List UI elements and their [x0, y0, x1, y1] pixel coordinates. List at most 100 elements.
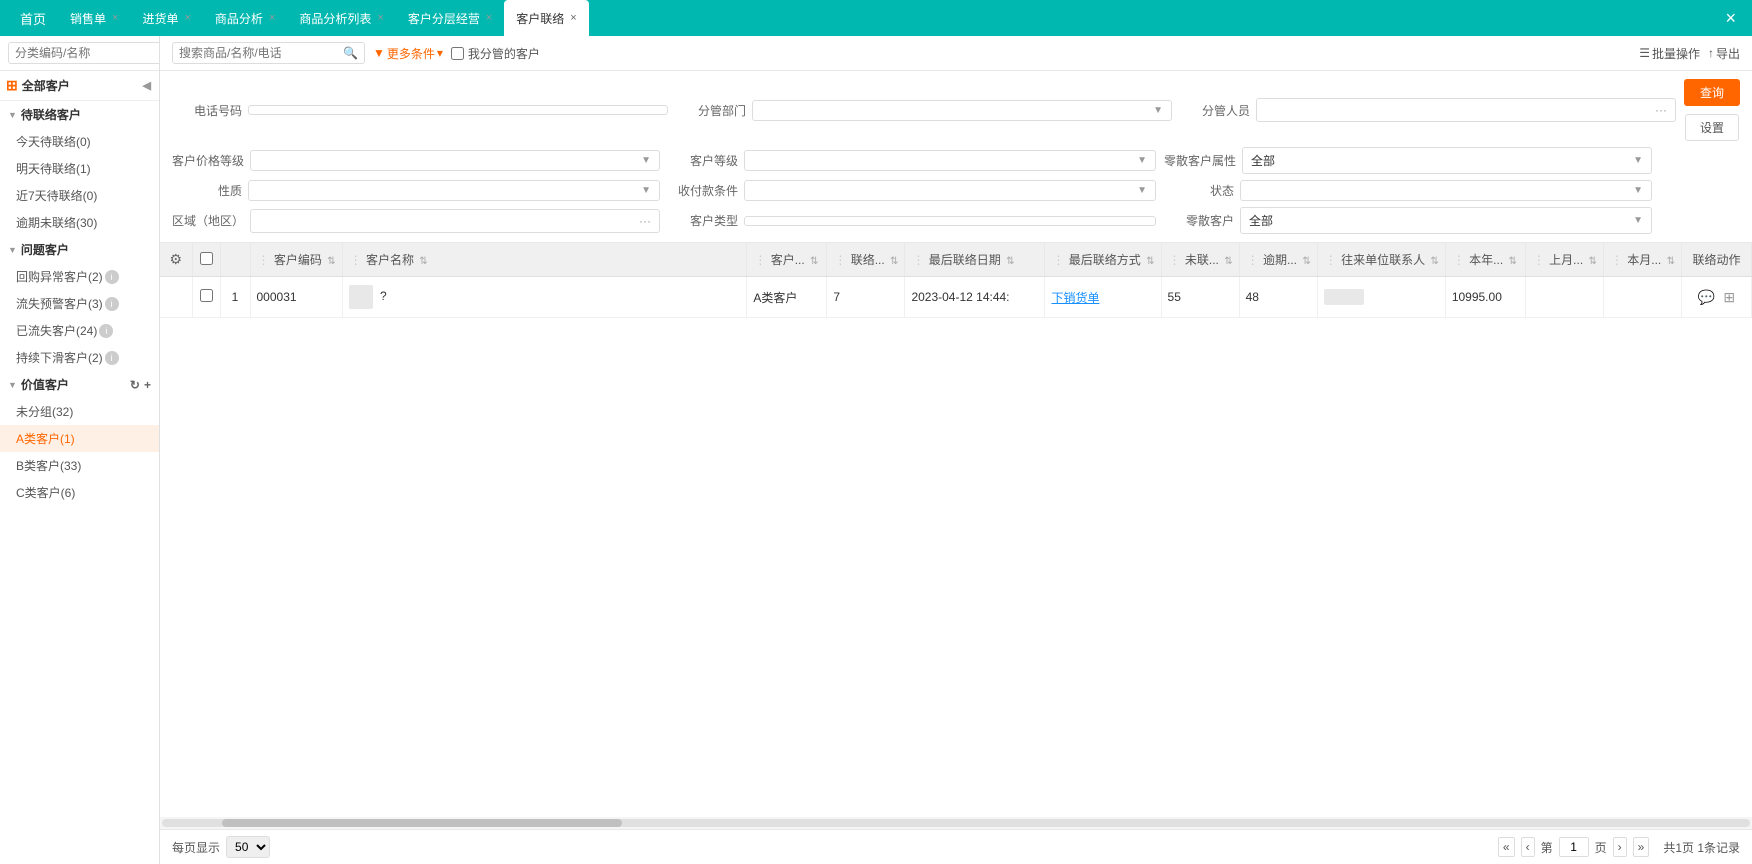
- nav-tab-purchase[interactable]: 进货单 ×: [130, 0, 202, 36]
- nature-label: 性质: [172, 182, 242, 199]
- qrcode-icon[interactable]: ⊞: [1723, 289, 1735, 306]
- refresh-icon[interactable]: ↻: [130, 378, 140, 392]
- sidebar-item-churn-warning[interactable]: 流失预警客户(3) i: [0, 290, 159, 317]
- top-nav: 首页 销售单 × 进货单 × 商品分析 × 商品分析列表 × 客户分层经营 × …: [0, 0, 1752, 36]
- sidebar-search-input[interactable]: [8, 42, 160, 64]
- batch-operation-btn[interactable]: ☰ 批量操作: [1639, 45, 1700, 62]
- horizontal-scrollbar[interactable]: [160, 817, 1752, 829]
- close-analysis-list-tab[interactable]: ×: [377, 12, 383, 24]
- row-overdue-cell: 48: [1239, 277, 1317, 318]
- search-icon[interactable]: 🔍: [343, 46, 358, 60]
- comment-icon[interactable]: 💬: [1698, 289, 1715, 306]
- phone-input[interactable]: [248, 105, 668, 115]
- sidebar-item-a-class[interactable]: A类客户(1): [0, 425, 159, 452]
- sidebar-item-tomorrow[interactable]: 明天待联络(1): [0, 155, 159, 182]
- scrollbar-thumb[interactable]: [222, 819, 622, 827]
- method-link[interactable]: 下销货单: [1051, 291, 1099, 305]
- thisyear-sort-icon[interactable]: ⇅: [1509, 256, 1517, 267]
- close-customer-tier-tab[interactable]: ×: [486, 12, 492, 24]
- nav-tab-analysis-list[interactable]: 商品分析列表 ×: [287, 0, 395, 36]
- query-button[interactable]: 查询: [1684, 79, 1740, 106]
- ctype-col-sep: ⋮: [754, 253, 766, 267]
- add-group-icon[interactable]: +: [144, 378, 151, 392]
- col-settings-header: ⚙: [160, 243, 192, 277]
- setting-button[interactable]: 设置: [1685, 114, 1739, 141]
- sidebar-collapse-btn[interactable]: ◀: [143, 79, 151, 92]
- nav-tab-sale[interactable]: 销售单 ×: [58, 0, 130, 36]
- contact-sort-icon[interactable]: ⇅: [890, 256, 898, 267]
- nav-home[interactable]: 首页: [8, 0, 58, 36]
- lastmon-sort-icon[interactable]: ⇅: [1589, 256, 1597, 267]
- filter-area: 区域（地区） ···: [172, 209, 660, 233]
- filter-phone: 电话号码: [172, 102, 668, 119]
- filter-customer-type: 客户类型: [668, 212, 1156, 229]
- value-arrow-icon: ▼: [8, 380, 17, 390]
- area-input[interactable]: ···: [250, 209, 660, 233]
- first-page-btn[interactable]: «: [1498, 837, 1515, 857]
- row-check-cell: [192, 277, 220, 318]
- thismon-sort-icon[interactable]: ⇅: [1667, 256, 1675, 267]
- filter-more-btn[interactable]: ▼ 更多条件 ▾: [373, 45, 443, 62]
- prev-page-btn[interactable]: ‹: [1521, 837, 1535, 857]
- col-lastmon-header: ⋮ 上月... ⇅: [1525, 243, 1603, 277]
- pagination-control: « ‹ 第 页 › » 共1页 1条记录: [1498, 837, 1740, 857]
- col-date-header: ⋮ 最后联络日期 ⇅: [905, 243, 1045, 277]
- overdue-sort-icon[interactable]: ⇅: [1302, 256, 1310, 267]
- sidebar-item-b-class[interactable]: B类客户(33): [0, 452, 159, 479]
- close-purchase-tab[interactable]: ×: [184, 12, 190, 24]
- sidebar-item-overdue[interactable]: 逾期未联络(30): [0, 209, 159, 236]
- dept-select[interactable]: ▼: [752, 100, 1172, 121]
- unlinked-sort-icon[interactable]: ⇅: [1224, 256, 1232, 267]
- page-number-input[interactable]: [1559, 837, 1589, 857]
- close-analysis-tab[interactable]: ×: [269, 12, 275, 24]
- table-gear-icon[interactable]: ⚙: [169, 251, 182, 267]
- waiting-contact-section[interactable]: ▼ 待联络客户: [0, 101, 159, 128]
- last-page-btn[interactable]: »: [1633, 837, 1650, 857]
- per-page-select[interactable]: 50: [226, 836, 270, 858]
- sidebar-item-repurchase-abnormal[interactable]: 回购异常客户(2) i: [0, 263, 159, 290]
- retail-attr-select[interactable]: 全部 ▼: [1242, 147, 1652, 174]
- problem-customers-section[interactable]: ▼ 问题客户: [0, 236, 159, 263]
- col-check-header: [192, 243, 220, 277]
- price-tier-select[interactable]: ▼: [250, 150, 660, 171]
- row-thisyear-cell: 10995.00: [1445, 277, 1525, 318]
- next-page-btn[interactable]: ›: [1613, 837, 1627, 857]
- code-sort-icon[interactable]: ⇅: [327, 256, 335, 267]
- date-sort-icon[interactable]: ⇅: [1006, 256, 1014, 267]
- sidebar-item-churned[interactable]: 已流失客户(24) i: [0, 317, 159, 344]
- sidebar-item-ungrouped[interactable]: 未分组(32): [0, 398, 159, 425]
- nav-tab-customer-tier[interactable]: 客户分层经营 ×: [396, 0, 504, 36]
- customer-tier-select[interactable]: ▼: [744, 150, 1156, 171]
- sidebar-item-7days[interactable]: 近7天待联络(0): [0, 182, 159, 209]
- area-label: 区域（地区）: [172, 212, 244, 229]
- col-thismon-header: ⋮ 本月... ⇅: [1603, 243, 1681, 277]
- filter-price-tier: 客户价格等级 ▼: [172, 150, 660, 171]
- name-sort-icon[interactable]: ⇅: [419, 256, 427, 267]
- row-checkbox[interactable]: [200, 289, 213, 302]
- nature-select[interactable]: ▼: [248, 180, 660, 201]
- value-customers-section[interactable]: ▼ 价值客户 ↻ +: [0, 371, 159, 398]
- close-sale-tab[interactable]: ×: [112, 12, 118, 24]
- sidebar-item-declining[interactable]: 持续下滑客户(2) i: [0, 344, 159, 371]
- sidebar-item-c-class[interactable]: C类客户(6): [0, 479, 159, 506]
- customer-type-input[interactable]: [744, 216, 1156, 226]
- search-input[interactable]: [179, 46, 339, 60]
- select-all-checkbox[interactable]: [200, 252, 213, 265]
- nav-tab-analysis[interactable]: 商品分析 ×: [203, 0, 287, 36]
- close-customer-contact-tab[interactable]: ×: [570, 12, 576, 24]
- nav-tab-customer-contact[interactable]: 客户联络 ×: [504, 0, 588, 36]
- sidebar-item-today[interactable]: 今天待联络(0): [0, 128, 159, 155]
- method-sort-icon[interactable]: ⇅: [1146, 256, 1154, 267]
- export-btn[interactable]: ↑ 导出: [1708, 45, 1740, 62]
- person-input[interactable]: ···: [1256, 98, 1676, 122]
- name-col-sep: ⋮: [350, 253, 362, 267]
- col-ctype-header: ⋮ 客户... ⇅: [747, 243, 827, 277]
- my-customers-checkbox[interactable]: [451, 47, 464, 60]
- my-customers-filter[interactable]: 我分管的客户: [451, 45, 540, 62]
- close-all-tabs[interactable]: ×: [1717, 8, 1744, 29]
- company-sort-icon[interactable]: ⇅: [1430, 256, 1438, 267]
- status-select[interactable]: ▼: [1240, 180, 1652, 201]
- ctype-sort-icon[interactable]: ⇅: [810, 256, 818, 267]
- retail-customer-select[interactable]: 全部 ▼: [1240, 207, 1652, 234]
- payment-select[interactable]: ▼: [744, 180, 1156, 201]
